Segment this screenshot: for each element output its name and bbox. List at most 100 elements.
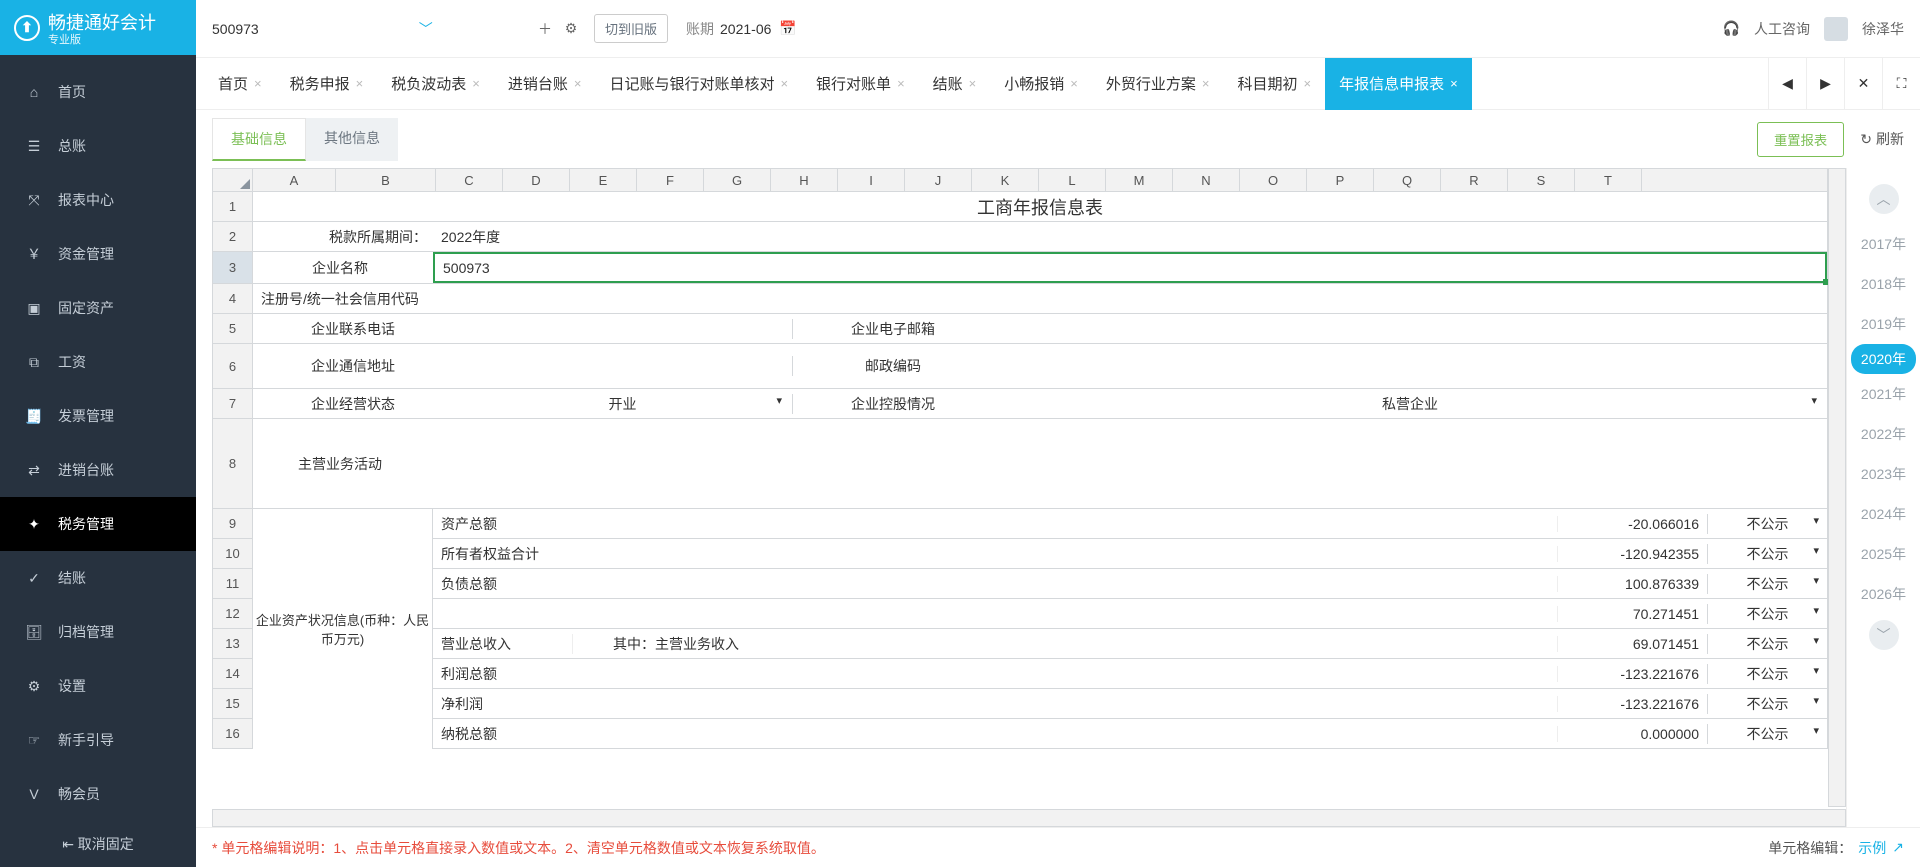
col-header-I[interactable]: I bbox=[838, 169, 905, 191]
year-2021年[interactable]: 2021年 bbox=[1851, 374, 1916, 414]
fin-pub-13[interactable]: 不公示 bbox=[1707, 634, 1827, 654]
col-header-R[interactable]: R bbox=[1441, 169, 1508, 191]
nav-item-6[interactable]: 🧾发票管理 bbox=[0, 389, 196, 443]
new-icon[interactable]: ＋ bbox=[532, 19, 558, 39]
row-header-2[interactable]: 2 bbox=[213, 222, 253, 251]
support-icon[interactable]: 🎧 bbox=[1723, 20, 1740, 37]
nav-item-8[interactable]: ✦税务管理 bbox=[0, 497, 196, 551]
year-2017年[interactable]: 2017年 bbox=[1851, 224, 1916, 264]
col-header-S[interactable]: S bbox=[1508, 169, 1575, 191]
row-header-4[interactable]: 4 bbox=[213, 284, 253, 313]
tab-1[interactable]: 税务申报× bbox=[276, 58, 378, 110]
tab-9[interactable]: 科目期初× bbox=[1223, 58, 1325, 110]
horizontal-scrollbar[interactable] bbox=[212, 809, 1846, 827]
fin-value-9[interactable]: -20.066016 bbox=[1557, 516, 1707, 532]
close-icon[interactable]: × bbox=[356, 76, 364, 91]
close-icon[interactable]: × bbox=[1202, 76, 1210, 91]
col-header-C[interactable]: C bbox=[436, 169, 503, 191]
nav-item-4[interactable]: ▣固定资产 bbox=[0, 281, 196, 335]
fin-value-13[interactable]: 69.071451 bbox=[1557, 636, 1707, 652]
close-icon[interactable]: × bbox=[472, 76, 480, 91]
row-header-6[interactable]: 6 bbox=[213, 344, 253, 388]
close-icon[interactable]: × bbox=[1450, 76, 1458, 91]
fin-value-15[interactable]: -123.221676 bbox=[1557, 696, 1707, 712]
vertical-scrollbar[interactable] bbox=[1828, 168, 1846, 807]
row-header-14[interactable]: 14 bbox=[213, 659, 253, 689]
fullscreen-button[interactable]: ⛶ bbox=[1882, 58, 1920, 110]
tab-6[interactable]: 结账× bbox=[919, 58, 991, 110]
col-header-D[interactable]: D bbox=[503, 169, 570, 191]
close-icon[interactable]: × bbox=[574, 76, 582, 91]
row-header-9[interactable]: 9 bbox=[213, 509, 253, 539]
nav-item-10[interactable]: 🗄归档管理 bbox=[0, 605, 196, 659]
row-header-3[interactable]: 3 bbox=[213, 252, 253, 283]
tab-8[interactable]: 外贸行业方案× bbox=[1092, 58, 1224, 110]
nav-item-11[interactable]: ⚙设置 bbox=[0, 659, 196, 713]
year-scroll-up[interactable]: ︿ bbox=[1869, 184, 1899, 214]
col-header-M[interactable]: M bbox=[1106, 169, 1173, 191]
fin-value-10[interactable]: -120.942355 bbox=[1557, 546, 1707, 562]
status-dropdown[interactable]: 开业 bbox=[453, 394, 792, 414]
tab-5[interactable]: 银行对账单× bbox=[802, 58, 919, 110]
close-icon[interactable]: × bbox=[254, 76, 262, 91]
col-header-O[interactable]: O bbox=[1240, 169, 1307, 191]
nav-item-5[interactable]: ⧉工资 bbox=[0, 335, 196, 389]
row-header-8[interactable]: 8 bbox=[213, 419, 253, 508]
company-name-cell[interactable]: 500973 bbox=[433, 252, 1827, 283]
tab-2[interactable]: 税负波动表× bbox=[377, 58, 494, 110]
year-2026年[interactable]: 2026年 bbox=[1851, 574, 1916, 614]
row-header-13[interactable]: 13 bbox=[213, 629, 253, 659]
fin-pub-11[interactable]: 不公示 bbox=[1707, 574, 1827, 594]
row-header-5[interactable]: 5 bbox=[213, 314, 253, 343]
nav-item-2[interactable]: ⤧报表中心 bbox=[0, 173, 196, 227]
tab-4[interactable]: 日记账与银行对账单核对× bbox=[595, 58, 802, 110]
tab-10[interactable]: 年报信息申报表× bbox=[1325, 58, 1472, 110]
nav-item-12[interactable]: ☞新手引导 bbox=[0, 713, 196, 767]
year-2024年[interactable]: 2024年 bbox=[1851, 494, 1916, 534]
support-link[interactable]: 人工咨询 bbox=[1754, 19, 1810, 39]
col-header-E[interactable]: E bbox=[570, 169, 637, 191]
tabs-close-button[interactable]: ✕ bbox=[1844, 58, 1882, 110]
nav-item-7[interactable]: ⇄进销台账 bbox=[0, 443, 196, 497]
col-header-K[interactable]: K bbox=[972, 169, 1039, 191]
col-header-T[interactable]: T bbox=[1575, 169, 1642, 191]
fin-pub-14[interactable]: 不公示 bbox=[1707, 664, 1827, 684]
calendar-icon[interactable]: 📅 bbox=[779, 20, 796, 37]
row-header-11[interactable]: 11 bbox=[213, 569, 253, 599]
col-header-G[interactable]: G bbox=[704, 169, 771, 191]
close-icon[interactable]: × bbox=[969, 76, 977, 91]
year-2019年[interactable]: 2019年 bbox=[1851, 304, 1916, 344]
nav-item-3[interactable]: ￥资金管理 bbox=[0, 227, 196, 281]
select-all-corner[interactable] bbox=[213, 169, 253, 191]
unpin-button[interactable]: ⇤ 取消固定 bbox=[0, 821, 196, 867]
fin-pub-12[interactable]: 不公示 bbox=[1707, 604, 1827, 624]
col-header-Q[interactable]: Q bbox=[1374, 169, 1441, 191]
close-icon[interactable]: × bbox=[897, 76, 905, 91]
fin-pub-15[interactable]: 不公示 bbox=[1707, 694, 1827, 714]
nav-item-9[interactable]: ✓结账 bbox=[0, 551, 196, 605]
fin-value-14[interactable]: -123.221676 bbox=[1557, 666, 1707, 682]
row-header-7[interactable]: 7 bbox=[213, 389, 253, 418]
col-header-N[interactable]: N bbox=[1173, 169, 1240, 191]
col-header-F[interactable]: F bbox=[637, 169, 704, 191]
subtab-other-info[interactable]: 其他信息 bbox=[306, 118, 398, 161]
col-header-P[interactable]: P bbox=[1307, 169, 1374, 191]
year-scroll-down[interactable]: ﹀ bbox=[1869, 620, 1899, 650]
nav-item-13[interactable]: V畅会员 bbox=[0, 767, 196, 821]
fin-pub-10[interactable]: 不公示 bbox=[1707, 544, 1827, 564]
nav-item-0[interactable]: ⌂首页 bbox=[0, 65, 196, 119]
close-icon[interactable]: × bbox=[1304, 76, 1312, 91]
tabs-prev-button[interactable]: ◀ bbox=[1768, 58, 1806, 110]
close-icon[interactable]: × bbox=[780, 76, 788, 91]
tab-0[interactable]: 首页× bbox=[204, 58, 276, 110]
row-header-15[interactable]: 15 bbox=[213, 689, 253, 719]
year-2018年[interactable]: 2018年 bbox=[1851, 264, 1916, 304]
col-header-H[interactable]: H bbox=[771, 169, 838, 191]
fin-pub-9[interactable]: 不公示 bbox=[1707, 514, 1827, 534]
tab-3[interactable]: 进销台账× bbox=[494, 58, 596, 110]
row-header-1[interactable]: 1 bbox=[213, 192, 253, 221]
close-icon[interactable]: × bbox=[1070, 76, 1078, 91]
fin-pub-16[interactable]: 不公示 bbox=[1707, 724, 1827, 744]
refresh-button[interactable]: ↻ 刷新 bbox=[1860, 129, 1904, 149]
year-2025年[interactable]: 2025年 bbox=[1851, 534, 1916, 574]
